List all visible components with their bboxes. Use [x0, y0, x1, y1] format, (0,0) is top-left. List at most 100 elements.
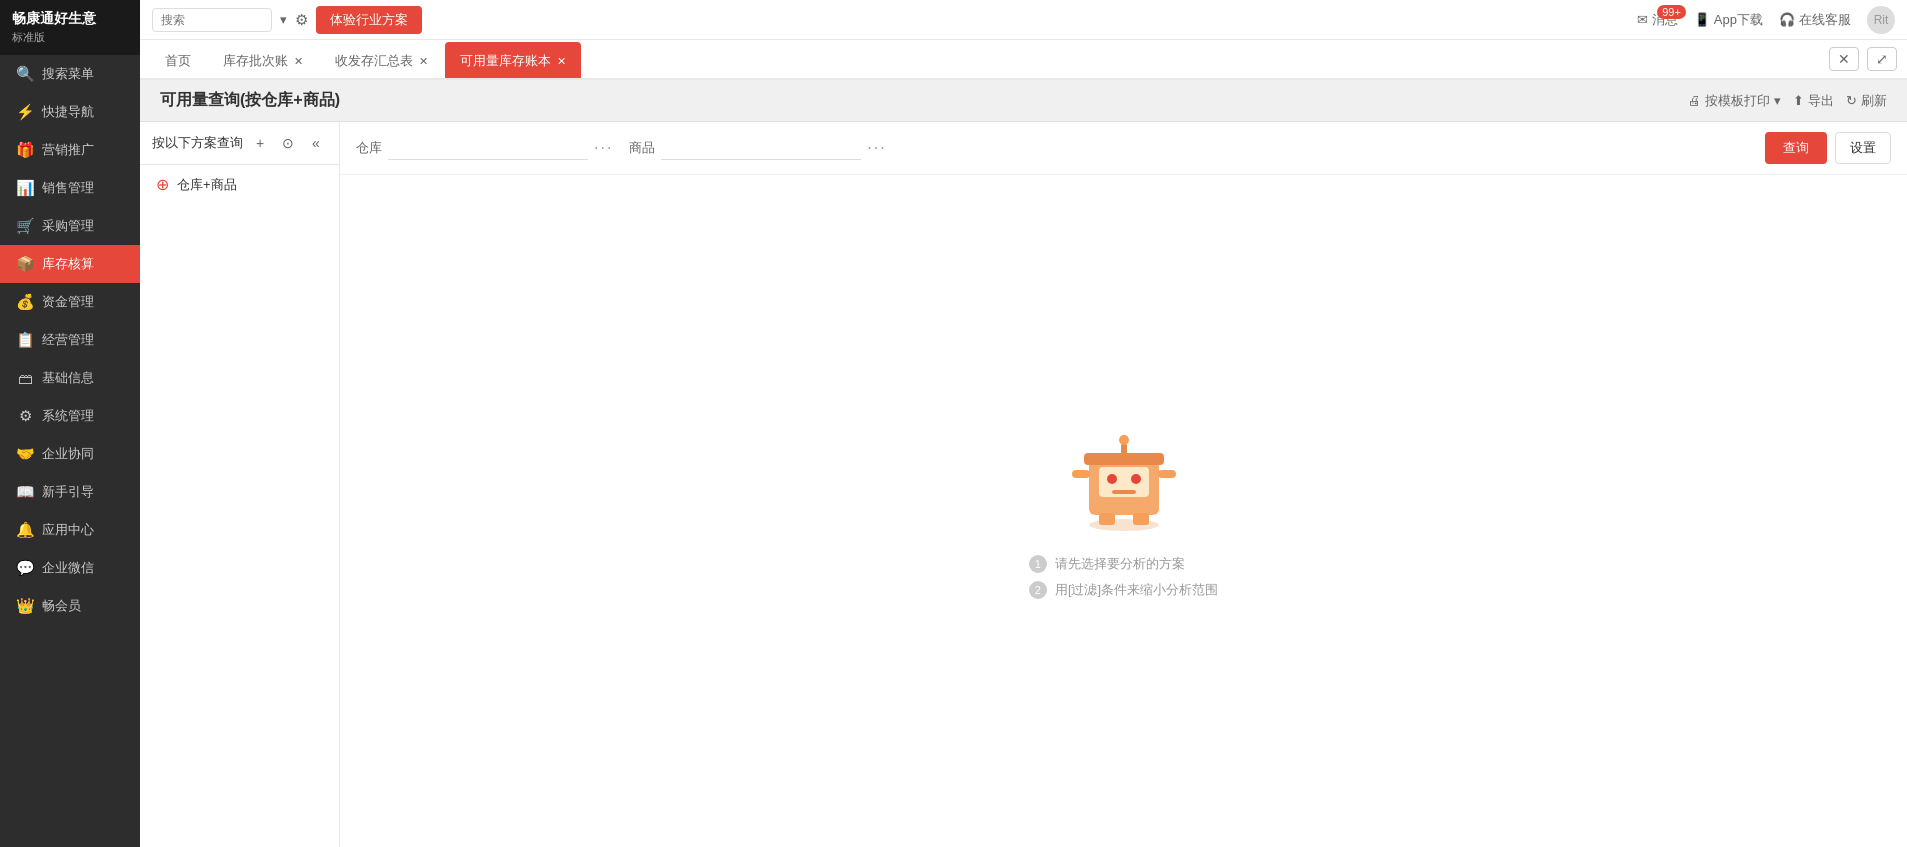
sidebar-item-label-inventory: 库存核算 — [42, 255, 94, 273]
sidebar-item-system[interactable]: ⚙系统管理 — [0, 397, 140, 435]
member-icon: 👑 — [16, 597, 34, 615]
brand-name: 畅康通好生意 — [12, 10, 128, 28]
purchase-icon: 🛒 — [16, 217, 34, 235]
query-btn[interactable]: 查询 — [1765, 132, 1827, 164]
refresh-btn[interactable]: ↻ 刷新 — [1846, 92, 1887, 110]
tabbar-actions: ✕ ⤢ — [1829, 47, 1897, 71]
sidebar-item-member[interactable]: 👑畅会员 — [0, 587, 140, 625]
message-icon: ✉ — [1637, 12, 1648, 27]
topbar-dropdown-btn[interactable]: ▾ — [280, 12, 287, 27]
svg-rect-9 — [1072, 470, 1090, 478]
product-more-btn[interactable]: ··· — [867, 139, 886, 157]
sidebar-item-search[interactable]: 🔍搜索菜单 — [0, 55, 140, 93]
topbar-gear-btn[interactable]: ⚙ — [295, 11, 308, 29]
sidebar-item-sales[interactable]: 📊销售管理 — [0, 169, 140, 207]
tab-summary[interactable]: 收发存汇总表 ✕ — [320, 42, 443, 78]
tip-row-2: 2 用[过滤]条件来缩小分析范围 — [1029, 581, 1218, 599]
topbar-search-input[interactable] — [152, 8, 272, 32]
msg-badge-count: 99+ — [1657, 5, 1686, 19]
marketing-icon: 🎁 — [16, 141, 34, 159]
operation-icon: 📋 — [16, 331, 34, 349]
svg-rect-6 — [1112, 490, 1136, 494]
warehouse-label: 仓库 — [356, 139, 382, 157]
sidebar-header: 畅康通好生意 标准版 — [0, 0, 140, 55]
sidebar: 畅康通好生意 标准版 🔍搜索菜单⚡快捷导航 🎁 营销推广 📊销售管理🛒采购管理📦库存核… — [0, 0, 140, 847]
svg-point-8 — [1119, 435, 1129, 445]
filter-bar: 仓库 ··· 商品 ··· 查询 设置 — [340, 122, 1907, 175]
product-label: 商品 — [629, 139, 655, 157]
sidebar-item-wechat[interactable]: 💬企业微信 — [0, 549, 140, 587]
empty-tips: 1 请先选择要分析的方案 2 用[过滤]条件来缩小分析范围 — [1029, 555, 1218, 607]
sidebar-item-purchase[interactable]: 🛒采购管理 — [0, 207, 140, 245]
sidebar-item-label-basic: 基础信息 — [42, 369, 94, 387]
sidebar-item-label-newbie: 新手引导 — [42, 483, 94, 501]
phone-icon: 📱 — [1694, 12, 1710, 27]
warehouse-more-btn[interactable]: ··· — [594, 139, 613, 157]
scheme-item-warehouse-product[interactable]: ⊕ 仓库+商品 — [140, 165, 339, 204]
tip-num-2: 2 — [1029, 581, 1047, 599]
export-btn[interactable]: ⬆ 导出 — [1793, 92, 1834, 110]
tip-text-1: 请先选择要分析的方案 — [1055, 555, 1185, 573]
sidebar-item-shortcut[interactable]: ⚡快捷导航 — [0, 93, 140, 131]
sidebar-item-label-system: 系统管理 — [42, 407, 94, 425]
svg-rect-10 — [1158, 470, 1176, 478]
refresh-icon: ↻ — [1846, 93, 1857, 108]
enterprise-icon: 🤝 — [16, 445, 34, 463]
product-input[interactable] — [661, 136, 861, 160]
topbar-experience-btn[interactable]: 体验行业方案 — [316, 6, 422, 34]
sidebar-item-newbie[interactable]: 📖 新手引导 — [0, 473, 140, 511]
filter-product: 商品 ··· — [629, 136, 886, 160]
filter-warehouse: 仓库 ··· — [356, 136, 613, 160]
sidebar-item-label-operation: 经营管理 — [42, 331, 94, 349]
tab-label-available: 可用量库存账本 — [460, 52, 551, 70]
tip-row-1: 1 请先选择要分析的方案 — [1029, 555, 1218, 573]
topbar-right: ✉ 消息 99+ 📱 App下载 🎧 在线客服 Rit — [1637, 6, 1895, 34]
tip-num-1: 1 — [1029, 555, 1047, 573]
sidebar-item-appcenter[interactable]: 🔔 应用中心 — [0, 511, 140, 549]
sidebar-item-marketing[interactable]: 🎁 营销推广 — [0, 131, 140, 169]
tab-close-batch[interactable]: ✕ — [294, 55, 303, 68]
appcenter-icon: 🔔 — [16, 521, 34, 539]
sidebar-item-label-shortcut: 快捷导航 — [42, 103, 94, 121]
left-panel-header: 按以下方案查询 + ⊙ « — [140, 122, 339, 165]
tab-label-home: 首页 — [165, 52, 191, 70]
page-actions: 🖨 按模板打印 ▾ ⬆ 导出 ↻ 刷新 — [1688, 92, 1887, 110]
collapse-panel-btn[interactable]: « — [305, 132, 327, 154]
tab-label-batch: 库存批次账 — [223, 52, 288, 70]
topbar-message-btn[interactable]: ✉ 消息 99+ — [1637, 11, 1678, 29]
scheme-settings-btn[interactable]: ⊙ — [277, 132, 299, 154]
finance-icon: 💰 — [16, 293, 34, 311]
sidebar-item-label-marketing: 营销推广 — [42, 141, 94, 159]
sidebar-item-finance[interactable]: 💰 资金管理 — [0, 283, 140, 321]
wechat-icon: 💬 — [16, 559, 34, 577]
sidebar-item-enterprise[interactable]: 🤝企业协同 — [0, 435, 140, 473]
avatar[interactable]: Rit — [1867, 6, 1895, 34]
tab-label-summary: 收发存汇总表 — [335, 52, 413, 70]
tab-home[interactable]: 首页 — [150, 42, 206, 78]
tab-batch[interactable]: 库存批次账 ✕ — [208, 42, 318, 78]
tabbar: 首页 库存批次账 ✕ 收发存汇总表 ✕ 可用量库存账本 ✕ ✕ ⤢ — [140, 40, 1907, 80]
sidebar-item-inventory[interactable]: 📦库存核算 — [0, 245, 140, 283]
tab-close-summary[interactable]: ✕ — [419, 55, 428, 68]
right-panel: 仓库 ··· 商品 ··· 查询 设置 — [340, 122, 1907, 847]
sidebar-item-label-appcenter: 应用中心 — [42, 521, 94, 539]
topbar-support-btn[interactable]: 🎧 在线客服 — [1779, 11, 1851, 29]
print-template-btn[interactable]: 🖨 按模板打印 ▾ — [1688, 92, 1781, 110]
setting-btn[interactable]: 设置 — [1835, 132, 1891, 164]
svg-rect-12 — [1133, 513, 1149, 525]
newbie-icon: 📖 — [16, 483, 34, 501]
tab-available[interactable]: 可用量库存账本 ✕ — [445, 42, 581, 78]
warehouse-input[interactable] — [388, 136, 588, 160]
scheme-item-icon: ⊕ — [156, 175, 169, 194]
tabbar-expand-btn[interactable]: ⤢ — [1867, 47, 1897, 71]
add-scheme-btn[interactable]: + — [249, 132, 271, 154]
sidebar-item-label-finance: 资金管理 — [42, 293, 94, 311]
sidebar-item-basic[interactable]: 🗃基础信息 — [0, 359, 140, 397]
tab-close-available[interactable]: ✕ — [557, 55, 566, 68]
topbar-app-download-btn[interactable]: 📱 App下载 — [1694, 11, 1763, 29]
print-dropdown-icon: ▾ — [1774, 93, 1781, 108]
headset-icon: 🎧 — [1779, 12, 1795, 27]
sidebar-item-operation[interactable]: 📋 经营管理 — [0, 321, 140, 359]
left-panel: 按以下方案查询 + ⊙ « ⊕ 仓库+商品 — [140, 122, 340, 847]
tabbar-close-btn[interactable]: ✕ — [1829, 47, 1859, 71]
